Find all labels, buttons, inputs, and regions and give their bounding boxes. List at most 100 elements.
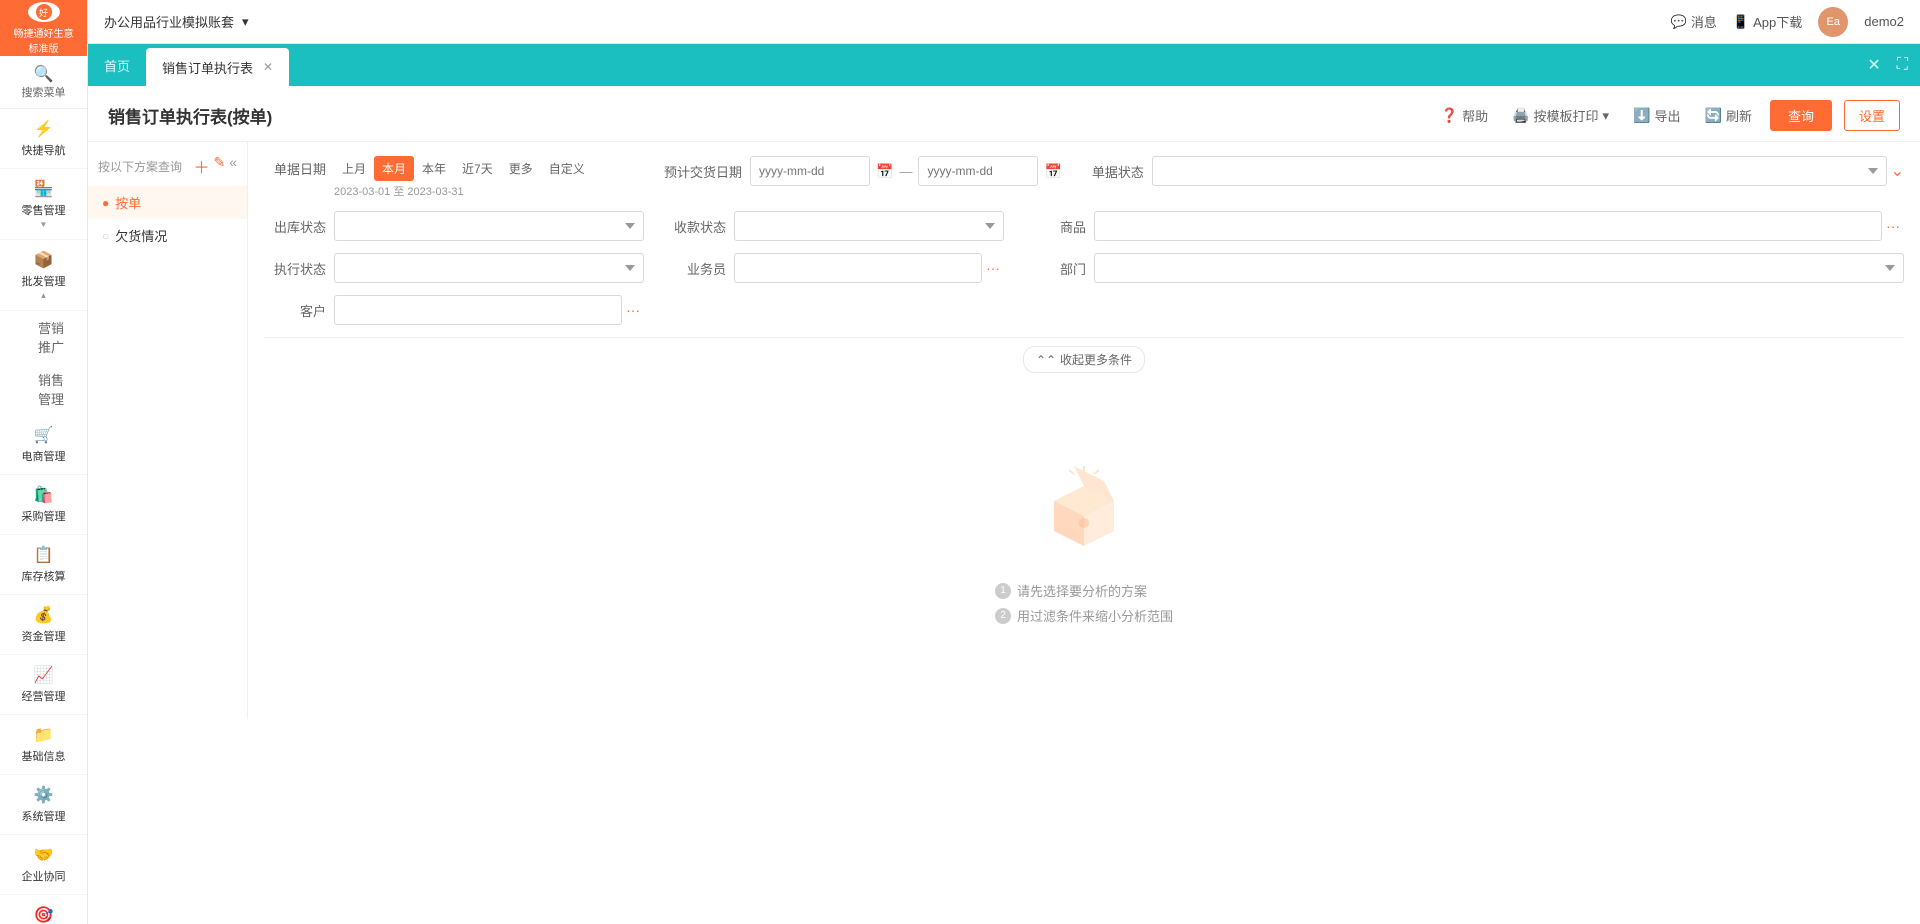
- export-icon: ⬇️: [1633, 107, 1650, 124]
- sidebar-item-inventory[interactable]: 📋 库存核算: [0, 535, 87, 595]
- tab-sales-exec-label: 销售订单执行表: [162, 58, 253, 77]
- salesperson-ellipsis-icon[interactable]: ···: [982, 260, 1004, 276]
- sidebar-search[interactable]: 🔍 搜索菜单: [0, 56, 87, 109]
- refresh-button[interactable]: 🔄 刷新: [1699, 102, 1758, 129]
- shipping-status-label: 出库状态: [264, 217, 334, 236]
- sidebar-item-purchase[interactable]: 🛍️ 采购管理: [0, 475, 87, 535]
- order-status-expand-icon[interactable]: ⌄: [1891, 161, 1904, 181]
- collapse-row: ⌃⌃ 收起更多条件: [264, 337, 1904, 381]
- exec-status-select[interactable]: [334, 253, 644, 283]
- help-button[interactable]: ❓ 帮助: [1435, 102, 1494, 129]
- sidebar-item-wholesale[interactable]: 📦 批发管理 ▲: [0, 240, 87, 311]
- sidebar-item-retail[interactable]: 🏪 零售管理 ▼: [0, 169, 87, 240]
- preset-last-month[interactable]: 上月: [334, 156, 374, 181]
- sidebar-item-ecom[interactable]: 🛒 电商管理: [0, 415, 87, 475]
- settings-button[interactable]: 设置: [1844, 100, 1900, 131]
- tab-home[interactable]: 首页: [88, 44, 146, 86]
- expected-date-from[interactable]: [750, 156, 870, 186]
- avatar-label: Ea: [1827, 16, 1840, 28]
- tab-close-icon[interactable]: ✕: [263, 61, 273, 73]
- date-separator: —: [899, 164, 912, 179]
- page-inner: 销售订单执行表(按单) ❓ 帮助 🖨️ 按模板打印 ▾ ⬇️ 导出: [88, 86, 1920, 924]
- print-icon: 🖨️: [1512, 107, 1529, 124]
- sidebar-item-basic[interactable]: 📁 基础信息: [0, 715, 87, 775]
- left-panel-actions: ＋ ✎ «: [193, 154, 237, 178]
- scheme-active-dot: ●: [102, 196, 109, 210]
- order-status-select[interactable]: [1152, 156, 1887, 186]
- logo-icon: 好: [28, 2, 60, 22]
- customer-input[interactable]: [334, 295, 622, 325]
- edit-scheme-icon[interactable]: ✎: [213, 154, 225, 178]
- user-avatar[interactable]: Ea: [1818, 7, 1848, 37]
- tab-maximize-icon[interactable]: ⛶: [1893, 52, 1912, 78]
- message-button[interactable]: 💬 消息: [1671, 12, 1717, 31]
- dept-select[interactable]: [1094, 253, 1904, 283]
- customer-ellipsis-icon[interactable]: ···: [622, 302, 644, 318]
- app-download-button[interactable]: 📱 App下载: [1733, 12, 1802, 31]
- message-icon: 💬: [1671, 14, 1687, 30]
- order-status-label: 单据状态: [1082, 162, 1152, 181]
- top-header: 办公用品行业模拟账套 ▾ 💬 消息 📱 App下载 Ea demo2: [88, 0, 1920, 44]
- sidebar-item-operation[interactable]: 📈 经营管理: [0, 655, 87, 715]
- wholesale-submenu: 营销推广 销售管理: [0, 311, 87, 415]
- print-label: 按模板打印: [1534, 106, 1599, 125]
- preset-more[interactable]: 更多: [501, 156, 541, 181]
- preset-7-days[interactable]: 近7天: [454, 156, 501, 181]
- collapse-up-icon: ⌃⌃: [1036, 353, 1056, 367]
- collapse-label: 收起更多条件: [1060, 351, 1132, 368]
- preset-this-month[interactable]: 本月: [374, 156, 414, 181]
- page-title: 销售订单执行表(按单): [108, 103, 272, 128]
- sidebar-item-quick-nav[interactable]: ⚡ 快捷导航: [0, 109, 87, 169]
- tab-sales-exec[interactable]: 销售订单执行表 ✕: [146, 48, 289, 86]
- scheme-item-shortage[interactable]: ○ 欠货情况: [88, 219, 247, 252]
- tab-bar-actions: ✕ ⛶: [1863, 51, 1920, 79]
- collapse-button[interactable]: ⌃⌃ 收起更多条件: [1023, 346, 1145, 373]
- print-button[interactable]: 🖨️ 按模板打印 ▾: [1506, 102, 1615, 129]
- expected-date-to[interactable]: [918, 156, 1038, 186]
- payment-status-select[interactable]: [734, 211, 1004, 241]
- sidebar-item-system[interactable]: ⚙️ 系统管理: [0, 775, 87, 835]
- breadcrumb: 办公用品行业模拟账套 ▾: [104, 12, 249, 31]
- calendar-from-icon[interactable]: 📅: [876, 163, 893, 180]
- product-ellipsis-icon[interactable]: ···: [1882, 218, 1904, 234]
- sidebar: 好 畅捷通好生意 标准版 🔍 搜索菜单 ⚡ 快捷导航 🏪 零售管理 ▼ 📦 批发…: [0, 0, 88, 924]
- breadcrumb-dropdown-icon[interactable]: ▾: [242, 14, 249, 30]
- submenu-item-marketing[interactable]: 营销推广: [24, 311, 87, 363]
- logo-subtext: 标准版: [29, 40, 59, 55]
- submenu-item-sales[interactable]: 销售管理: [24, 363, 87, 415]
- filter-area: 单据日期 上月 本月 本年 近7天 更多 自定义: [248, 142, 1920, 719]
- left-panel-header: 按以下方案查询 ＋ ✎ «: [88, 154, 247, 186]
- tab-close-window-icon[interactable]: ✕: [1863, 51, 1884, 79]
- preset-this-year[interactable]: 本年: [414, 156, 454, 181]
- basic-icon: 📁: [34, 725, 54, 745]
- preset-custom[interactable]: 自定义: [541, 156, 593, 181]
- main-content: 办公用品行业模拟账套 ▾ 💬 消息 📱 App下载 Ea demo2 首页 销售…: [88, 0, 1920, 924]
- shipping-status-select[interactable]: [334, 211, 644, 241]
- sidebar-item-corp[interactable]: 🤝 企业协同: [0, 835, 87, 895]
- left-panel-title: 按以下方案查询: [98, 158, 182, 175]
- scheme-item-ansingle[interactable]: ● 按单: [88, 186, 247, 219]
- newbie-icon: 🎯: [34, 905, 54, 924]
- query-button[interactable]: 查询: [1770, 100, 1832, 131]
- scheme-shortage-label: 欠货情况: [115, 226, 167, 245]
- export-button[interactable]: ⬇️ 导出: [1627, 102, 1686, 129]
- retail-icon: 🏪: [34, 179, 54, 199]
- sidebar-item-finance[interactable]: 💰 资金管理: [0, 595, 87, 655]
- exec-status-label: 执行状态: [264, 259, 334, 278]
- operation-icon: 📈: [34, 665, 54, 685]
- empty-illustration: [1034, 461, 1134, 561]
- chevron-up-icon: ▲: [40, 291, 48, 300]
- collapse-panel-icon[interactable]: «: [229, 154, 237, 178]
- print-dropdown-icon[interactable]: ▾: [1603, 108, 1610, 124]
- calendar-to-icon[interactable]: 📅: [1044, 163, 1061, 180]
- svg-text:好: 好: [39, 7, 48, 18]
- empty-tips: 1 请先选择要分析的方案 2 用过滤条件来缩小分析范围: [995, 581, 1173, 625]
- page-header: 销售订单执行表(按单) ❓ 帮助 🖨️ 按模板打印 ▾ ⬇️ 导出: [88, 86, 1920, 142]
- product-input[interactable]: [1094, 211, 1882, 241]
- add-scheme-icon[interactable]: ＋: [193, 154, 209, 178]
- sidebar-item-newbie[interactable]: 🎯 新手引导: [0, 895, 87, 924]
- salesperson-input[interactable]: [734, 253, 982, 283]
- message-label: 消息: [1691, 12, 1717, 31]
- wholesale-icon: 📦: [34, 250, 54, 270]
- expected-date-range: 📅 — 📅: [750, 156, 1062, 186]
